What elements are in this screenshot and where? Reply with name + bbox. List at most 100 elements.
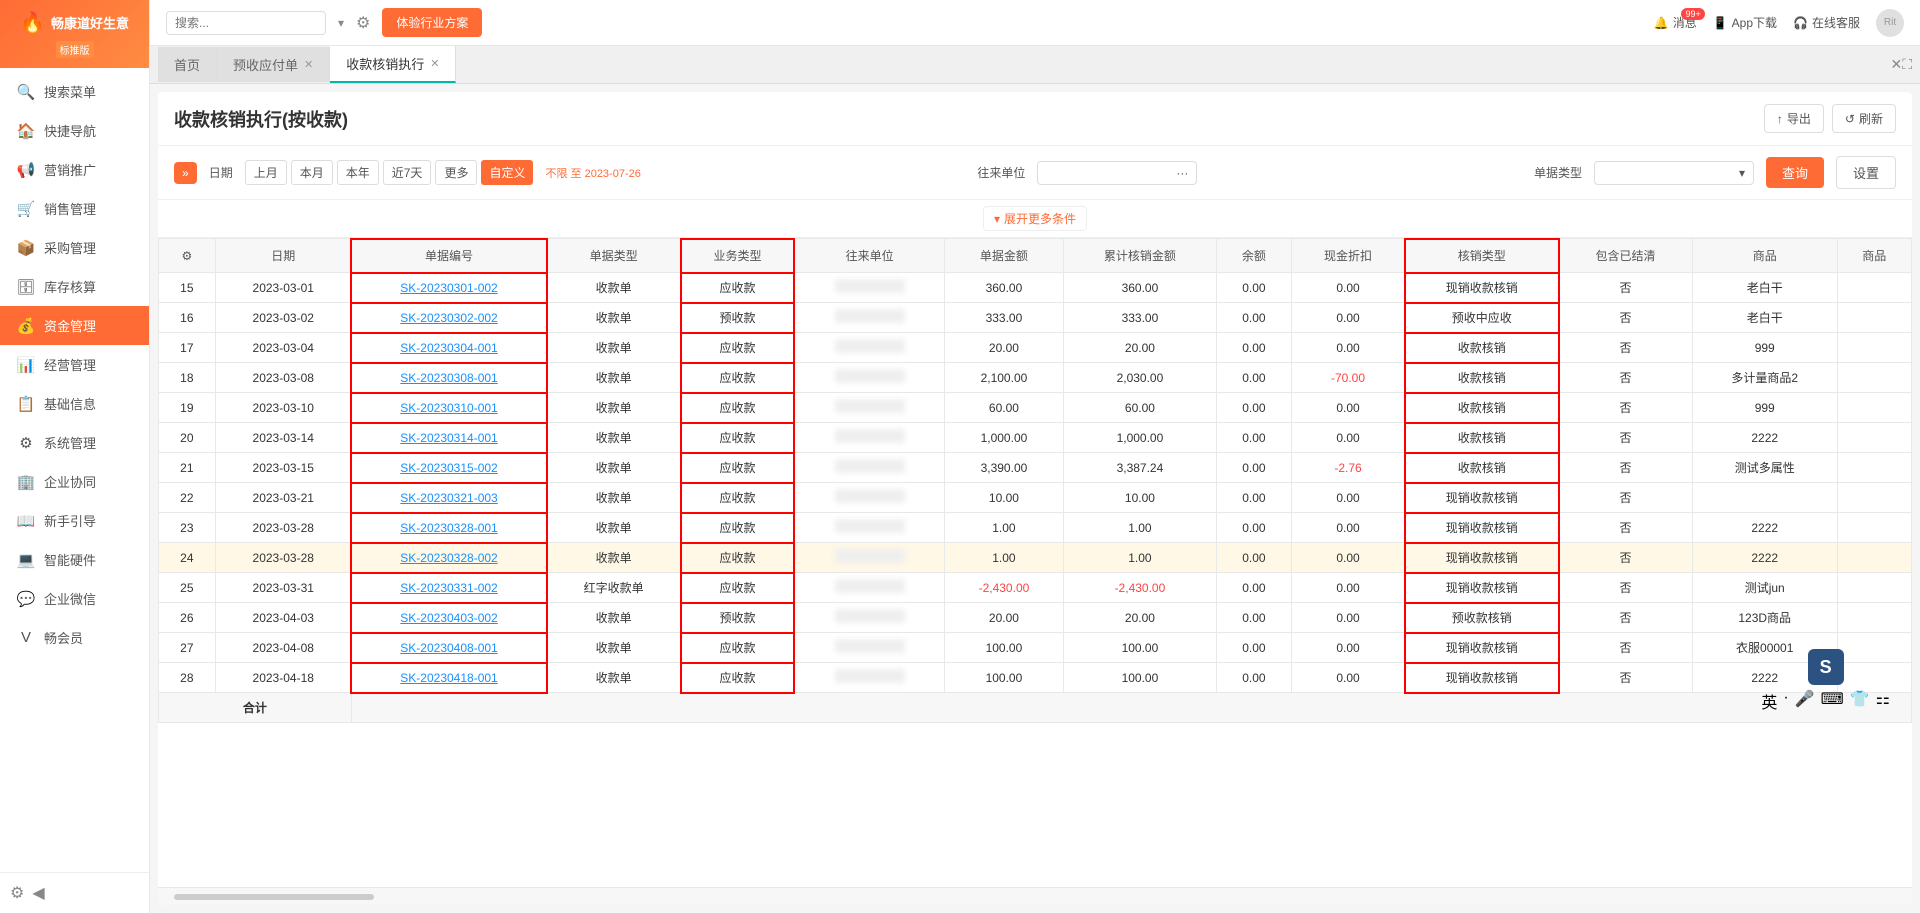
order-link[interactable]: SK-20230314-001 (400, 431, 497, 445)
close-tab-pre-receipt-icon[interactable]: ✕ (304, 58, 313, 71)
table-header-row: ⚙ 日期 单据编号 单据类型 业务类型 往来单位 单据金额 累计核销金额 余额 … (159, 239, 1912, 273)
home-icon: 🏠 (16, 122, 36, 140)
settings-gear-icon[interactable]: ⚙ (10, 883, 24, 903)
sidebar-item-guide[interactable]: 📖新手引导 (0, 501, 149, 540)
sidebar-item-finance[interactable]: 💰资金管理 (0, 306, 149, 345)
sidebar-item-sales[interactable]: 🛒销售管理 (0, 189, 149, 228)
filter-toggle-button[interactable]: » (174, 162, 197, 184)
custom-date-btn[interactable]: 自定义 (481, 160, 533, 185)
avatar[interactable]: Rit (1876, 9, 1904, 37)
row-verify-type: 预收款核销 (1405, 603, 1559, 633)
sidebar-item-inventory[interactable]: 🗄库存核算 (0, 267, 149, 306)
table-row: 23 2023-03-28 SK-20230328-001 收款单 应收款 1.… (159, 513, 1912, 543)
tab-home[interactable]: 首页 (158, 47, 217, 82)
col-settings[interactable]: ⚙ (159, 239, 216, 273)
tab-receipt-exec[interactable]: 收款核销执行 ✕ (330, 46, 456, 83)
settings-button[interactable]: 设置 (1836, 156, 1896, 189)
row-included: 否 (1559, 273, 1693, 303)
col-balance[interactable]: 余额 (1217, 239, 1291, 273)
sidebar-item-purchase[interactable]: 📦采购管理 (0, 228, 149, 267)
order-link[interactable]: SK-20230304-001 (400, 341, 497, 355)
tab-pre-receipt[interactable]: 预收应付单 ✕ (217, 47, 330, 82)
refresh-button[interactable]: ↺ 刷新 (1832, 104, 1896, 133)
col-discount[interactable]: 现金折扣 (1291, 239, 1405, 273)
col-partner[interactable]: 往来单位 (794, 239, 944, 273)
this-month-btn[interactable]: 本月 (291, 160, 333, 185)
order-link[interactable]: SK-20230310-001 (400, 401, 497, 415)
sidebar-item-basic[interactable]: 📋基础信息 (0, 384, 149, 423)
col-receipt-type[interactable]: 单据类型 (547, 239, 681, 273)
col-verified-amount[interactable]: 累计核销金额 (1063, 239, 1217, 273)
col-biz-type[interactable]: 业务类型 (681, 239, 795, 273)
order-link[interactable]: SK-20230408-001 (400, 641, 497, 655)
expand-filter-button[interactable]: ▾ 展开更多条件 (983, 206, 1087, 231)
sidebar-item-member[interactable]: V畅会员 (0, 618, 149, 657)
row-amount: -2,430.00 (945, 573, 1063, 603)
row-product2 (1837, 303, 1911, 333)
sidebar-item-marketing[interactable]: 📢营销推广 (0, 150, 149, 189)
mic-icon: 🎤 (1795, 689, 1815, 713)
order-link[interactable]: SK-20230328-002 (400, 551, 497, 565)
col-verify-type[interactable]: 核销类型 (1405, 239, 1559, 273)
col-amount[interactable]: 单据金额 (945, 239, 1063, 273)
sidebar-item-ops[interactable]: 📊经营管理 (0, 345, 149, 384)
sidebar-item-wechat[interactable]: 💬企业微信 (0, 579, 149, 618)
row-included: 否 (1559, 363, 1693, 393)
row-amount: 20.00 (945, 333, 1063, 363)
query-button[interactable]: 查询 (1766, 157, 1824, 188)
headset-icon: 🎧 (1793, 16, 1808, 30)
topbar-gear-icon[interactable]: ⚙ (356, 13, 370, 33)
col-date[interactable]: 日期 (215, 239, 351, 273)
sidebar-item-system[interactable]: ⚙系统管理 (0, 423, 149, 462)
row-receipt-type: 收款单 (547, 603, 681, 633)
order-link[interactable]: SK-20230403-002 (400, 611, 497, 625)
order-link[interactable]: SK-20230328-001 (400, 521, 497, 535)
col-included[interactable]: 包含已结清 (1559, 239, 1693, 273)
order-link[interactable]: SK-20230315-002 (400, 461, 497, 475)
row-product2 (1837, 393, 1911, 423)
app-download-button[interactable]: 📱 App下载 (1713, 14, 1777, 31)
order-link[interactable]: SK-20230302-002 (400, 311, 497, 325)
row-date: 2023-03-04 (215, 333, 351, 363)
order-link[interactable]: SK-20230418-001 (400, 671, 497, 685)
row-amount: 20.00 (945, 603, 1063, 633)
col-product[interactable]: 商品 (1692, 239, 1837, 273)
sidebar-item-hardware[interactable]: 💻智能硬件 (0, 540, 149, 579)
order-link[interactable]: SK-20230321-003 (400, 491, 497, 505)
online-service-button[interactable]: 🎧 在线客服 (1793, 14, 1860, 31)
sidebar-item-corp[interactable]: 🏢企业协同 (0, 462, 149, 501)
order-link[interactable]: SK-20230308-001 (400, 371, 497, 385)
this-year-btn[interactable]: 本年 (337, 160, 379, 185)
last-month-btn[interactable]: 上月 (245, 160, 287, 185)
export-button[interactable]: ↑ 导出 (1764, 104, 1824, 133)
maximize-button[interactable]: ⛶ (1902, 56, 1912, 73)
partner-input[interactable]: ··· (1037, 161, 1197, 185)
messages-button[interactable]: 🔔 消息 99+ (1654, 14, 1697, 31)
close-tab-receipt-exec-icon[interactable]: ✕ (430, 57, 439, 70)
collapse-icon[interactable]: ◀ (32, 883, 44, 903)
sidebar-item-search[interactable]: 🔍搜索菜单 (0, 72, 149, 111)
more-date-btn[interactable]: 更多 (435, 160, 477, 185)
close-all-tabs-button[interactable]: ✕ (1890, 56, 1902, 73)
table-body: 15 2023-03-01 SK-20230301-002 收款单 应收款 36… (159, 273, 1912, 693)
sidebar-item-quick-nav[interactable]: 🏠快捷导航 (0, 111, 149, 150)
last-7-days-btn[interactable]: 近7天 (383, 160, 432, 185)
solution-button[interactable]: 体验行业方案 (382, 8, 482, 37)
sougou-icon: S (1808, 649, 1844, 685)
row-verified-amount: 3,387.24 (1063, 453, 1217, 483)
receipt-type-select[interactable]: ▾ (1594, 161, 1754, 185)
hardware-icon: 💻 (16, 551, 36, 569)
row-verify-type: 收款核销 (1405, 363, 1559, 393)
scroll-track[interactable] (174, 894, 374, 900)
horizontal-scrollbar[interactable] (158, 887, 1912, 905)
row-date: 2023-03-14 (215, 423, 351, 453)
col-product2[interactable]: 商品 (1837, 239, 1911, 273)
row-receipt-type: 收款单 (547, 273, 681, 303)
search-input[interactable] (166, 11, 326, 35)
dropdown-chevron-icon[interactable]: ▾ (338, 16, 344, 30)
row-partner (794, 423, 944, 453)
order-link[interactable]: SK-20230331-002 (400, 581, 497, 595)
row-verify-type: 现销收款核销 (1405, 573, 1559, 603)
order-link[interactable]: SK-20230301-002 (400, 281, 497, 295)
col-order-no[interactable]: 单据编号 (351, 239, 547, 273)
